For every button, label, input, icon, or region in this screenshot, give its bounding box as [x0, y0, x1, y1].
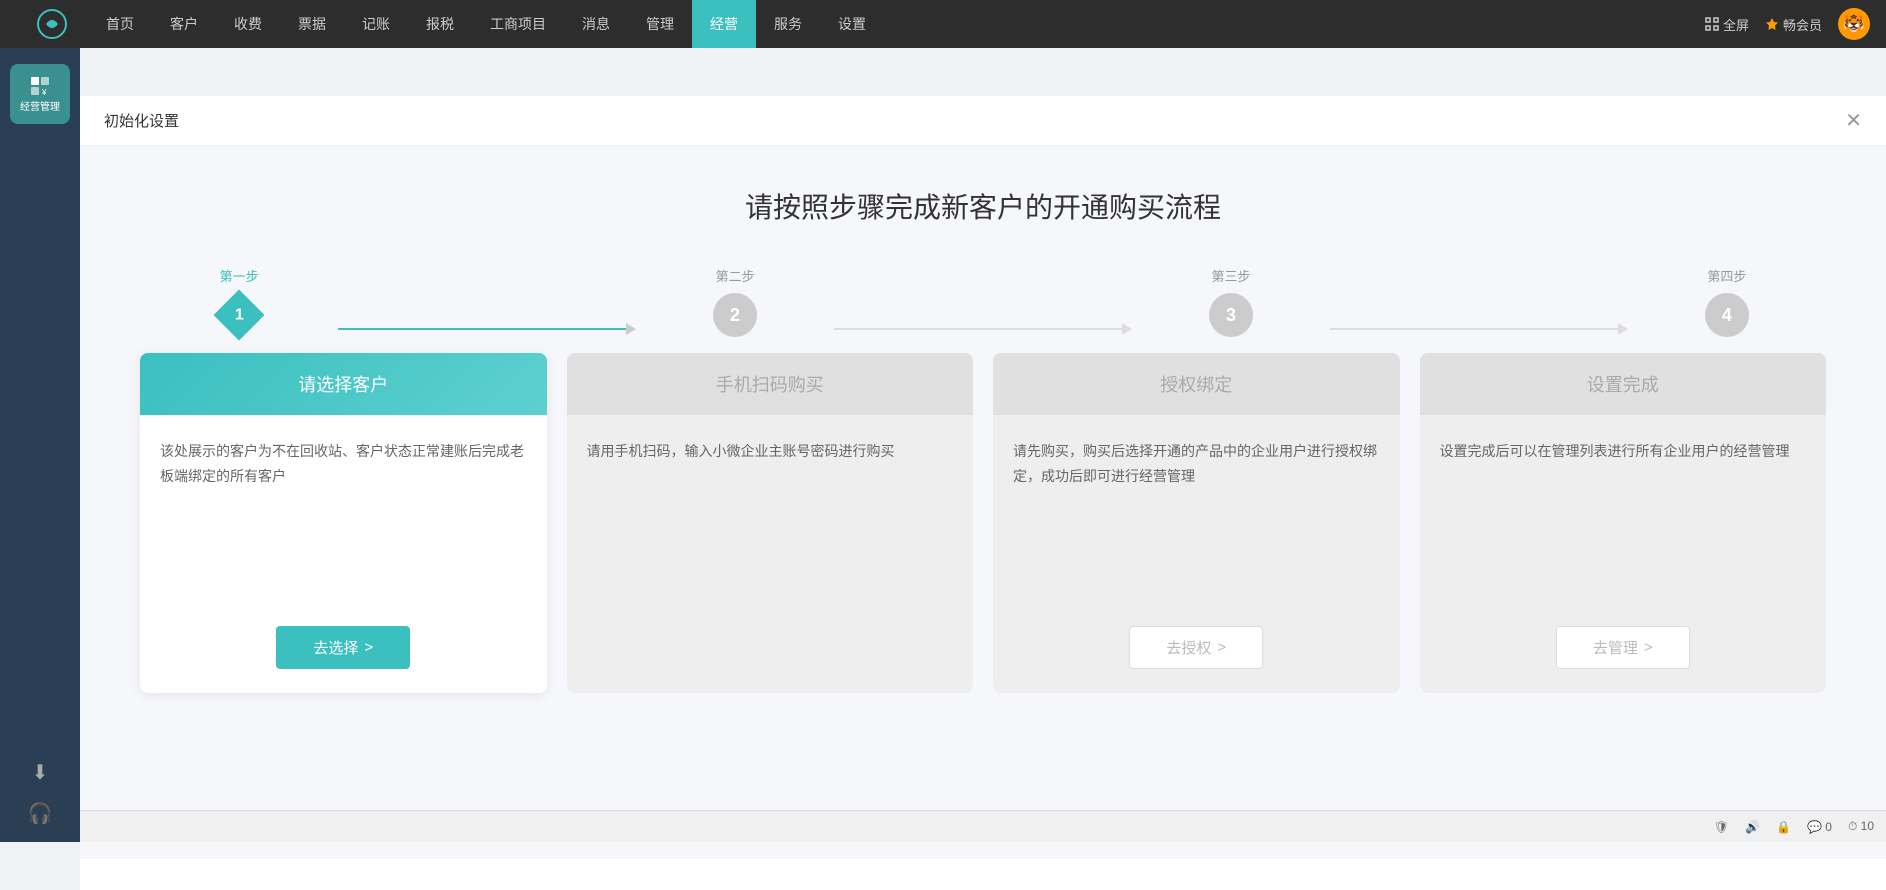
nav-right-section: 全屏 畅会员 🐯	[1705, 8, 1870, 40]
card-1-body: 该处展示的客户为不在回收站、客户状态正常建账后完成老板端绑定的所有客户	[140, 415, 547, 626]
card-2-header: 手机扫码购买	[567, 353, 974, 415]
step-2-label: 第二步	[716, 266, 755, 285]
nav-menu: 首页 客户 收费 票据 记账 报税 工商项目 消息 管理 经营 服务 设置	[88, 0, 1705, 48]
step-4-action-button[interactable]: 去管理 >	[1556, 626, 1690, 669]
lock-icon: 🔒	[1776, 820, 1791, 834]
volume-icon: 🔊	[1745, 820, 1760, 834]
comment-icon: 💬 0	[1807, 820, 1832, 834]
main-content: 初始化设置 ✕ 请按照步骤完成新客户的开通购买流程 第一步 1	[80, 96, 1886, 890]
card-3-header: 授权绑定	[993, 353, 1400, 415]
nav-customer[interactable]: 客户	[152, 0, 216, 48]
fullscreen-button[interactable]: 全屏	[1705, 15, 1749, 34]
shield-icon: 🛡	[1714, 820, 1729, 834]
card-1-header: 请选择客户	[140, 353, 547, 415]
step-card-3: 授权绑定 请先购买，购买后选择开通的产品中的企业用户进行授权绑定，成功后即可进行…	[993, 353, 1400, 693]
nav-service[interactable]: 服务	[756, 0, 820, 48]
step-2-circle: 2	[713, 293, 757, 337]
headset-icon[interactable]: 🎧	[28, 801, 53, 826]
step-1-action-button[interactable]: 去选择 >	[276, 626, 410, 669]
connector-2-3	[834, 323, 1132, 335]
card-1-footer: 去选择 >	[140, 626, 547, 693]
main-heading: 请按照步骤完成新客户的开通购买流程	[140, 186, 1826, 226]
step-3-circle: 3	[1209, 293, 1253, 337]
step-1-number: 1	[235, 306, 244, 324]
step-3-label: 第三步	[1211, 266, 1250, 285]
download-icon[interactable]: ⬇	[32, 760, 49, 785]
step-3-action-button[interactable]: 去授权 >	[1129, 626, 1263, 669]
nav-settings[interactable]: 设置	[820, 0, 884, 48]
step-1-header: 第一步 1	[140, 266, 338, 337]
sidebar-item-operations[interactable]: ¥ 经营管理	[10, 64, 70, 124]
page-header: 初始化设置 ✕	[80, 96, 1886, 146]
step-card-4: 设置完成 设置完成后可以在管理列表进行所有企业用户的经营管理 去管理 >	[1420, 353, 1827, 693]
step-1-circle-wrap: 1	[217, 293, 261, 337]
step-3-header: 第三步 3	[1132, 266, 1330, 337]
nav-invoice[interactable]: 票据	[280, 0, 344, 48]
user-avatar[interactable]: 🐯	[1838, 8, 1870, 40]
step-4-circle: 4	[1705, 293, 1749, 337]
svg-text:¥: ¥	[41, 88, 47, 97]
step-1-label: 第一步	[220, 266, 259, 285]
nav-tax[interactable]: 报税	[408, 0, 472, 48]
sidebar: ¥ 经营管理 ⬇ 🎧	[0, 48, 80, 842]
top-navigation: 首页 客户 收费 票据 记账 报税 工商项目 消息 管理 经营 服务 设置 全屏…	[0, 0, 1886, 48]
bottom-bar: ▶ 完成 🛡 🔊 🔒 💬 0 ⏱ 10	[0, 810, 1886, 842]
card-3-body: 请先购买，购买后选择开通的产品中的企业用户进行授权绑定，成功后即可进行经营管理	[993, 415, 1400, 626]
bottom-bar-right: 🛡 🔊 🔒 💬 0 ⏱ 10	[1714, 819, 1874, 834]
card-4-header: 设置完成	[1420, 353, 1827, 415]
step-4-label: 第四步	[1707, 266, 1746, 285]
connector-3-4	[1330, 323, 1628, 335]
member-button[interactable]: 畅会员	[1765, 15, 1822, 34]
close-button[interactable]: ✕	[1845, 111, 1862, 131]
step-4-header: 第四步 4	[1628, 266, 1826, 337]
step-card-1: 请选择客户 该处展示的客户为不在回收站、客户状态正常建账后完成老板端绑定的所有客…	[140, 353, 547, 693]
nav-manage[interactable]: 管理	[628, 0, 692, 48]
card-4-footer: 去管理 >	[1420, 626, 1827, 693]
nav-home[interactable]: 首页	[88, 0, 152, 48]
step-1-diamond: 1	[214, 290, 265, 341]
card-3-footer: 去授权 >	[993, 626, 1400, 693]
step-2-header: 第二步 2	[636, 266, 834, 337]
connector-1-2	[338, 323, 636, 335]
card-2-footer	[567, 669, 974, 693]
step-3-number: 3	[1226, 305, 1236, 326]
clock-icon: ⏱ 10	[1848, 819, 1874, 834]
content-area: 请按照步骤完成新客户的开通购买流程 第一步 1 第二步	[80, 146, 1886, 859]
nav-message[interactable]: 消息	[564, 0, 628, 48]
nav-billing[interactable]: 收费	[216, 0, 280, 48]
nav-accounting[interactable]: 记账	[344, 0, 408, 48]
step-card-2: 手机扫码购买 请用手机扫码，输入小微企业主账号密码进行购买	[567, 353, 974, 693]
card-2-body: 请用手机扫码，输入小微企业主账号密码进行购买	[567, 415, 974, 669]
cards-row: 请选择客户 该处展示的客户为不在回收站、客户状态正常建账后完成老板端绑定的所有客…	[140, 353, 1826, 693]
page-title: 初始化设置	[104, 110, 179, 131]
nav-operations[interactable]: 经营	[692, 0, 756, 48]
card-4-body: 设置完成后可以在管理列表进行所有企业用户的经营管理	[1420, 415, 1827, 626]
app-logo	[16, 8, 88, 40]
sidebar-bottom: ⬇ 🎧	[28, 760, 53, 826]
step-2-number: 2	[730, 305, 740, 326]
step-4-number: 4	[1722, 305, 1732, 326]
nav-business[interactable]: 工商项目	[472, 0, 564, 48]
